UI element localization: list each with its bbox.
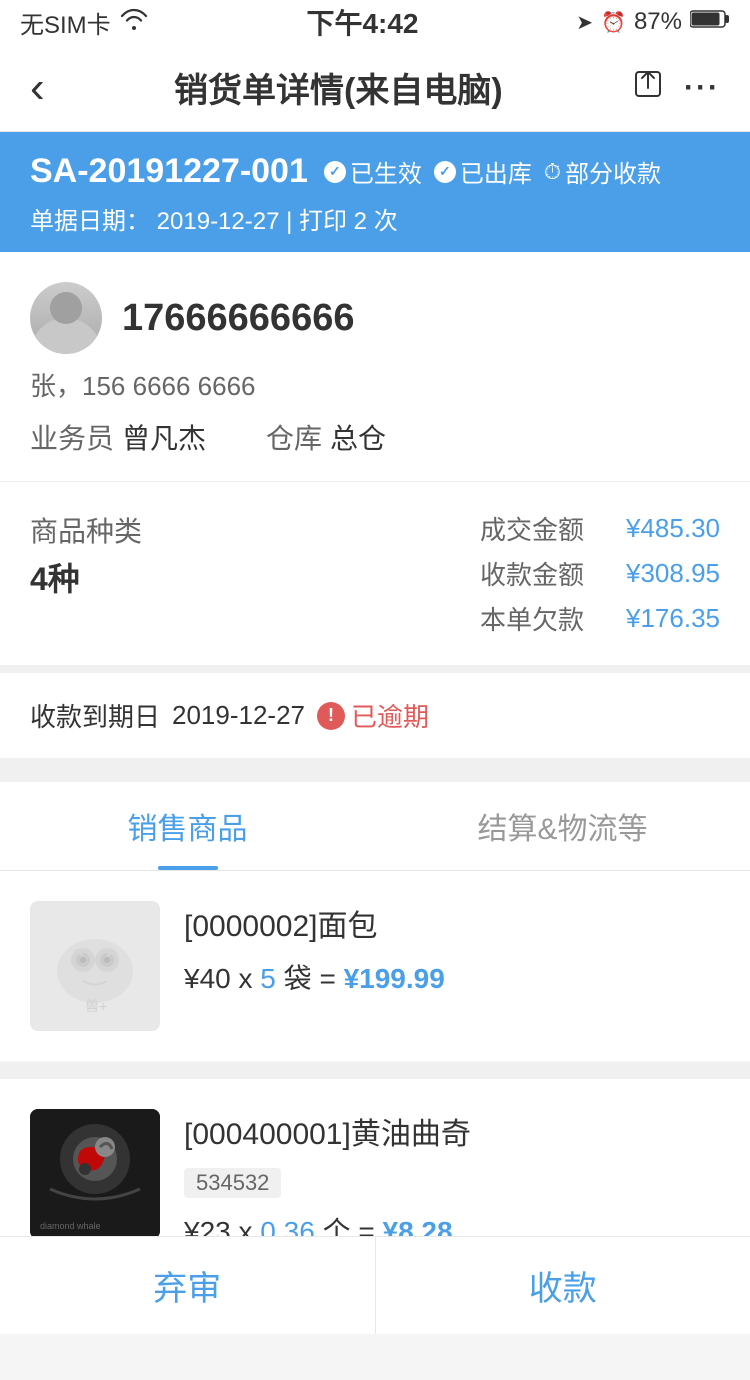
overdue-badge: ! 已逾期 xyxy=(317,697,429,734)
page-title: 销货单详情(来自电脑) xyxy=(174,63,503,112)
customer-detail: 张，156 6666 6666 xyxy=(30,366,720,403)
carrier-text: 无SIM卡 xyxy=(20,5,111,40)
overdue-label: 收款到期日 xyxy=(30,697,160,734)
status-badge-shipped: ✓ 已出库 xyxy=(434,154,532,189)
customer-main: 17666666666 xyxy=(30,282,720,354)
svg-text:兽+: 兽+ xyxy=(85,998,107,1014)
battery-icon xyxy=(690,8,730,36)
product-info-1: [0000002]面包 ¥40 x 5 袋 = ¥199.99 xyxy=(184,901,720,997)
status-time: 下午4:42 xyxy=(306,2,418,42)
product-name-2: [000400001]黄油曲奇 xyxy=(184,1109,720,1153)
check-icon-2: ✓ xyxy=(434,161,456,183)
overdue-text: 已逾期 xyxy=(351,697,429,734)
stats-deal-row: 成交金额 ¥485.30 xyxy=(480,510,720,547)
stats-type-label: 商品种类 xyxy=(30,510,142,550)
svg-text:diamond whale: diamond whale xyxy=(40,1221,101,1231)
clock-icon: ⏱ xyxy=(544,159,561,185)
product-thumbnail-2: diamond whale xyxy=(30,1109,160,1239)
header-info-bar: SA-20191227-001 ✓ 已生效 ✓ 已出库 ⏱ 部分收款 单据日期：… xyxy=(0,132,750,252)
nav-bar: ‹ 销货单详情(来自电脑) ··· xyxy=(0,44,750,132)
stats-section: 商品种类 4种 成交金额 ¥485.30 收款金额 ¥308.95 本单欠款 ¥… xyxy=(0,482,750,673)
order-id: SA-20191227-001 xyxy=(30,152,308,191)
separator-1 xyxy=(0,766,750,782)
product-name-1: [0000002]面包 xyxy=(184,901,720,945)
battery-text: 87% xyxy=(634,8,682,36)
tab-logistics[interactable]: 结算&物流等 xyxy=(375,782,750,870)
cancel-button[interactable]: 弃审 xyxy=(0,1237,376,1334)
tab-active-indicator xyxy=(158,866,218,870)
tab-products[interactable]: 销售商品 xyxy=(0,782,375,870)
customer-section: 17666666666 张，156 6666 6666 业务员 曾凡杰 仓库 总… xyxy=(0,252,750,482)
stats-right: 成交金额 ¥485.30 收款金额 ¥308.95 本单欠款 ¥176.35 xyxy=(480,510,720,637)
nav-actions: ··· xyxy=(632,68,720,108)
avatar xyxy=(30,282,102,354)
product-thumbnail-1: 兽+ xyxy=(30,901,160,1031)
more-icon[interactable]: ··· xyxy=(684,71,720,105)
check-icon-1: ✓ xyxy=(324,161,346,183)
confirm-button[interactable]: 收款 xyxy=(376,1237,750,1334)
tabs-container: 销售商品 结算&物流等 xyxy=(0,782,750,871)
bottom-bar: 弃审 收款 xyxy=(0,1236,750,1334)
wifi-icon xyxy=(119,8,149,37)
stats-left: 商品种类 4种 xyxy=(30,510,142,600)
product-price-row-1: ¥40 x 5 袋 = ¥199.99 xyxy=(184,957,720,997)
overdue-dot-icon: ! xyxy=(317,702,345,730)
overdue-date: 2019-12-27 xyxy=(172,700,305,731)
location-icon: ➤ xyxy=(576,10,593,35)
stats-owed-row: 本单欠款 ¥176.35 xyxy=(480,600,720,637)
status-badges: ✓ 已生效 ✓ 已出库 ⏱ 部分收款 xyxy=(324,154,661,189)
list-item: 兽+ [0000002]面包 ¥40 x 5 袋 = ¥199.99 xyxy=(0,871,750,1061)
overdue-section: 收款到期日 2019-12-27 ! 已逾期 xyxy=(0,673,750,766)
product-tag-2: 534532 xyxy=(184,1165,720,1198)
alarm-icon: ⏰ xyxy=(601,10,626,35)
share-icon[interactable] xyxy=(632,68,664,108)
status-left: 无SIM卡 xyxy=(20,5,149,40)
product-separator xyxy=(0,1063,750,1079)
stats-collected-row: 收款金额 ¥308.95 xyxy=(480,555,720,592)
product-info-2: [000400001]黄油曲奇 534532 ¥23 x 0.36 个 = ¥8… xyxy=(184,1109,720,1250)
order-date-row: 单据日期： 2019-12-27 | 打印 2 次 xyxy=(30,201,720,236)
customer-phone: 17666666666 xyxy=(122,297,354,340)
warehouse-meta: 仓库 总仓 xyxy=(266,417,386,457)
status-badge-partial: ⏱ 部分收款 xyxy=(544,154,661,189)
back-button[interactable]: ‹ xyxy=(30,63,45,113)
customer-meta: 业务员 曾凡杰 仓库 总仓 xyxy=(30,417,720,457)
status-badge-active: ✓ 已生效 xyxy=(324,154,422,189)
status-bar: 无SIM卡 下午4:42 ➤ ⏰ 87% xyxy=(0,0,750,44)
status-right: ➤ ⏰ 87% xyxy=(576,8,730,36)
salesman-meta: 业务员 曾凡杰 xyxy=(30,417,206,457)
stats-type-value: 4种 xyxy=(30,554,142,600)
